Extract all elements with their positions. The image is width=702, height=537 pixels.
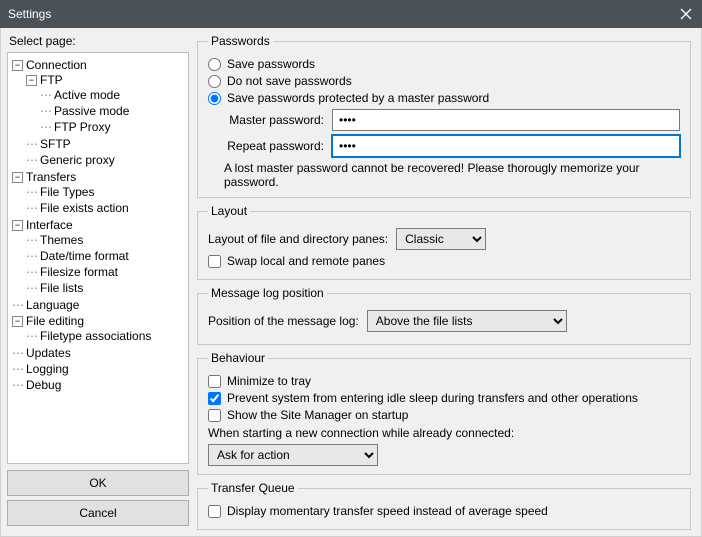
expander-icon[interactable]: − [26, 75, 37, 86]
close-button[interactable] [678, 6, 694, 22]
check-label: Prevent system from entering idle sleep … [227, 391, 638, 405]
messagelog-group: Message log position Position of the mes… [197, 286, 691, 345]
settings-content: Passwords Save passwords Do not save pas… [193, 28, 701, 536]
tree-updates[interactable]: Updates [26, 346, 71, 360]
minimize-tray-checkbox[interactable] [208, 375, 221, 388]
tree-generic-proxy[interactable]: Generic proxy [40, 153, 115, 167]
ok-button[interactable]: OK [7, 470, 189, 496]
tree-file-types[interactable]: File Types [40, 185, 94, 199]
messagelog-label: Position of the message log: [208, 314, 359, 328]
window-body: Select page: −Connection −FTP ⋯Active mo… [0, 28, 702, 537]
new-connection-label: When starting a new connection while alr… [208, 426, 680, 440]
radio-label: Save passwords protected by a master pas… [227, 91, 489, 105]
check-label: Minimize to tray [227, 374, 311, 388]
check-label: Swap local and remote panes [227, 254, 385, 268]
tree-themes[interactable]: Themes [40, 233, 83, 247]
tree-ftp[interactable]: FTP [40, 73, 63, 87]
master-password-input[interactable] [332, 109, 680, 131]
tree-connection[interactable]: Connection [26, 58, 87, 72]
titlebar: Settings [0, 0, 702, 28]
radio-save-passwords[interactable] [208, 58, 221, 71]
show-sitemanager-checkbox[interactable] [208, 409, 221, 422]
check-label: Show the Site Manager on startup [227, 408, 408, 422]
tree-ftp-proxy[interactable]: FTP Proxy [54, 120, 110, 134]
tree-passive-mode[interactable]: Passive mode [54, 104, 129, 118]
tree-transfers[interactable]: Transfers [26, 170, 76, 184]
swap-panes-checkbox[interactable] [208, 255, 221, 268]
radio-donot-save[interactable] [208, 75, 221, 88]
connection-action-select[interactable]: Ask for action [208, 444, 378, 466]
layout-legend: Layout [208, 204, 250, 218]
passwords-group: Passwords Save passwords Do not save pas… [197, 34, 691, 198]
left-panel: Select page: −Connection −FTP ⋯Active mo… [1, 28, 193, 536]
tree-file-editing[interactable]: File editing [26, 314, 84, 328]
behaviour-legend: Behaviour [208, 351, 268, 365]
button-row: OK Cancel [7, 470, 189, 530]
layout-group: Layout Layout of file and directory pane… [197, 204, 691, 280]
prevent-sleep-checkbox[interactable] [208, 392, 221, 405]
panes-layout-select[interactable]: Classic [396, 228, 486, 250]
radio-master-password[interactable] [208, 92, 221, 105]
window-title: Settings [8, 7, 678, 21]
transferqueue-legend: Transfer Queue [208, 481, 298, 495]
passwords-legend: Passwords [208, 34, 273, 48]
expander-icon[interactable]: − [12, 220, 23, 231]
select-page-label: Select page: [7, 34, 189, 48]
radio-label: Do not save passwords [227, 74, 352, 88]
tree-filetype-assoc[interactable]: Filetype associations [40, 329, 151, 343]
tree-sftp[interactable]: SFTP [40, 137, 71, 151]
tree-active-mode[interactable]: Active mode [54, 88, 120, 102]
messagelog-legend: Message log position [208, 286, 327, 300]
page-tree[interactable]: −Connection −FTP ⋯Active mode ⋯Passive m… [7, 52, 189, 464]
password-warning: A lost master password cannot be recover… [224, 161, 680, 189]
tree-logging[interactable]: Logging [26, 362, 69, 376]
tree-datetime[interactable]: Date/time format [40, 249, 129, 263]
tree-filelists[interactable]: File lists [40, 281, 83, 295]
behaviour-group: Behaviour Minimize to tray Prevent syste… [197, 351, 691, 475]
panes-layout-label: Layout of file and directory panes: [208, 232, 388, 246]
master-password-label: Master password: [224, 113, 324, 127]
tree-language[interactable]: Language [26, 298, 79, 312]
check-label: Display momentary transfer speed instead… [227, 504, 548, 518]
transferqueue-group: Transfer Queue Display momentary transfe… [197, 481, 691, 530]
tree-debug[interactable]: Debug [26, 378, 61, 392]
expander-icon[interactable]: − [12, 60, 23, 71]
tree-interface[interactable]: Interface [26, 218, 73, 232]
tree-filesize[interactable]: Filesize format [40, 265, 118, 279]
expander-icon[interactable]: − [12, 316, 23, 327]
cancel-button[interactable]: Cancel [7, 500, 189, 526]
messagelog-select[interactable]: Above the file lists [367, 310, 567, 332]
momentary-speed-checkbox[interactable] [208, 505, 221, 518]
expander-icon[interactable]: − [12, 172, 23, 183]
radio-label: Save passwords [227, 57, 315, 71]
tree-file-exists[interactable]: File exists action [40, 201, 129, 215]
repeat-password-label: Repeat password: [224, 139, 324, 153]
repeat-password-input[interactable] [332, 135, 680, 157]
